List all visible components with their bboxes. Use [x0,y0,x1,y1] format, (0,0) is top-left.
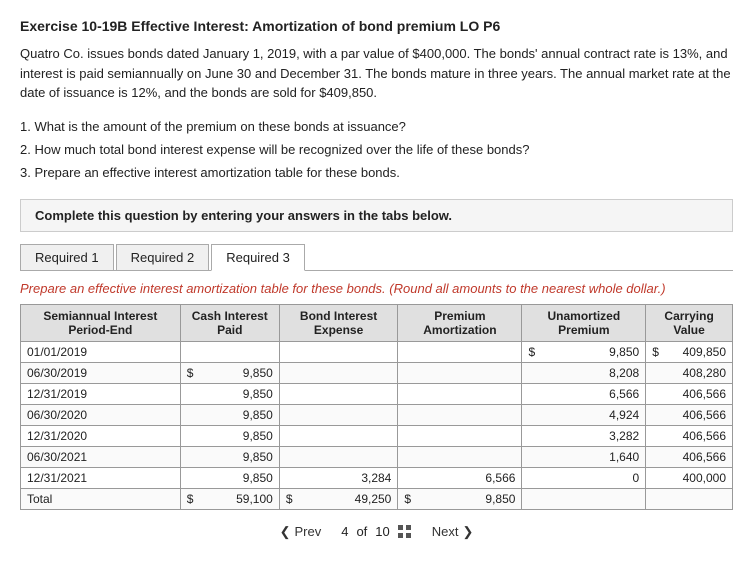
cell-carrying: 406,566 [646,446,733,467]
cell-carrying: $409,850 [646,341,733,362]
cell-cash: 9,850 [180,425,279,446]
cell-period: 12/31/2019 [21,383,181,404]
amortization-table: Semiannual Interest Period-End Cash Inte… [20,304,733,510]
cell-cash [180,341,279,362]
cell-period: 06/30/2019 [21,362,181,383]
table-row: 06/30/20219,850 1,640406,566 [21,446,733,467]
cell-carrying [646,488,733,509]
page-current: 4 [341,524,348,539]
footer-nav: ❮ Prev 4 of 10 Next ❯ [20,524,733,540]
questions: 1. What is the amount of the premium on … [20,115,733,185]
cell-unamortized: 4,924 [522,404,646,425]
tab-required2[interactable]: Required 2 [116,244,210,270]
table-row: Total$59,100$49,250$9,850 [21,488,733,509]
cell-cash: 9,850 [180,467,279,488]
page-info: 4 of 10 [341,524,412,539]
col-header-unamortized: Unamortized Premium [522,304,646,341]
exercise-title: Exercise 10-19B Effective Interest: Amor… [20,18,733,34]
cell-bond: $49,250 [279,488,398,509]
tab-required1[interactable]: Required 1 [20,244,114,270]
col-header-bond: Bond Interest Expense [279,304,398,341]
col-header-premium: Premium Amortization [398,304,522,341]
col-header-period: Semiannual Interest Period-End [21,304,181,341]
col-header-carrying: Carrying Value [646,304,733,341]
cell-carrying: 406,566 [646,383,733,404]
cell-carrying: 408,280 [646,362,733,383]
cell-bond [279,341,398,362]
cell-cash: $9,850 [180,362,279,383]
cell-premium: 6,566 [398,467,522,488]
cell-cash: 9,850 [180,404,279,425]
tabs-container: Required 1 Required 2 Required 3 [20,244,733,271]
cell-unamortized: $9,850 [522,341,646,362]
cell-premium [398,446,522,467]
cell-period: 06/30/2020 [21,404,181,425]
cell-unamortized [522,488,646,509]
question-2: 2. How much total bond interest expense … [20,138,733,161]
cell-bond [279,425,398,446]
cell-unamortized: 1,640 [522,446,646,467]
cell-period: 06/30/2021 [21,446,181,467]
grid-icon [398,525,412,539]
table-row: 06/30/2019$9,850 8,208408,280 [21,362,733,383]
cell-period: 12/31/2021 [21,467,181,488]
cell-bond [279,362,398,383]
cell-premium [398,341,522,362]
next-arrow-icon: ❯ [463,524,474,540]
of-label: of [356,524,367,539]
table-row: 12/31/20219,8503,2846,5660400,000 [21,467,733,488]
cell-bond: 3,284 [279,467,398,488]
next-button[interactable]: Next ❯ [432,524,474,540]
prev-label: Prev [294,524,321,539]
tab-required3[interactable]: Required 3 [211,244,305,271]
cell-cash: 9,850 [180,383,279,404]
cell-premium [398,362,522,383]
cell-unamortized: 0 [522,467,646,488]
prev-button[interactable]: ❮ Prev [280,524,322,540]
cell-premium: $9,850 [398,488,522,509]
cell-bond [279,383,398,404]
cell-unamortized: 3,282 [522,425,646,446]
cell-unamortized: 6,566 [522,383,646,404]
table-row: 12/31/20199,850 6,566406,566 [21,383,733,404]
question-3: 3. Prepare an effective interest amortiz… [20,161,733,184]
cell-period: Total [21,488,181,509]
table-row: 12/31/20209,850 3,282406,566 [21,425,733,446]
cell-bond [279,446,398,467]
cell-premium [398,404,522,425]
cell-cash: $59,100 [180,488,279,509]
cell-cash: 9,850 [180,446,279,467]
cell-period: 01/01/2019 [21,341,181,362]
cell-period: 12/31/2020 [21,425,181,446]
prepare-text: Prepare an effective interest amortizati… [20,281,733,296]
instruction-box: Complete this question by entering your … [20,199,733,232]
cell-premium [398,383,522,404]
next-label: Next [432,524,459,539]
cell-unamortized: 8,208 [522,362,646,383]
table-row: 06/30/20209,850 4,924406,566 [21,404,733,425]
col-header-cash: Cash Interest Paid [180,304,279,341]
question-1: 1. What is the amount of the premium on … [20,115,733,138]
prev-arrow-icon: ❮ [280,524,291,540]
page-total: 10 [375,524,389,539]
cell-bond [279,404,398,425]
cell-carrying: 406,566 [646,404,733,425]
cell-premium [398,425,522,446]
cell-carrying: 406,566 [646,425,733,446]
table-row: 01/01/2019 $9,850$409,850 [21,341,733,362]
prepare-note: (Round all amounts to the nearest whole … [389,281,665,296]
description: Quatro Co. issues bonds dated January 1,… [20,44,733,103]
cell-carrying: 400,000 [646,467,733,488]
